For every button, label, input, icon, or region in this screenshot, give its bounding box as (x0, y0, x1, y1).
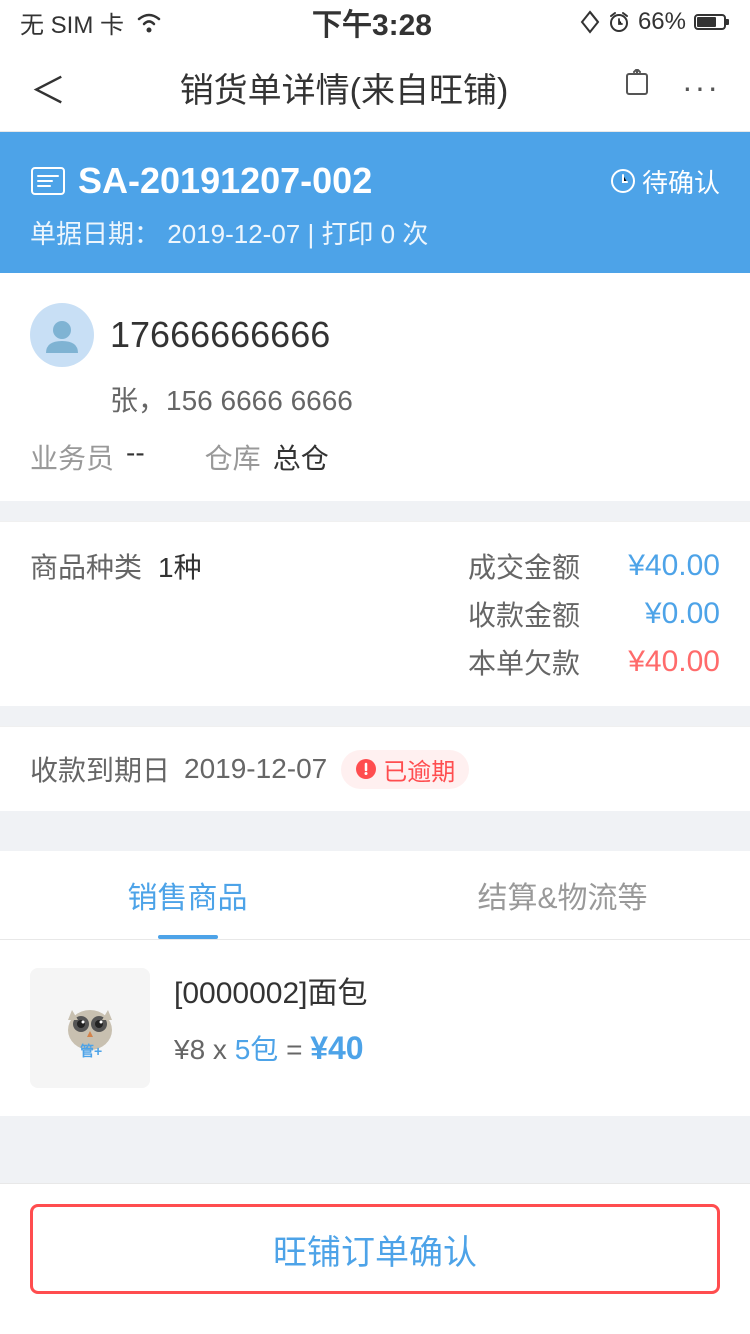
deal-amount-row: 成交金额 ¥40.00 (468, 546, 720, 586)
product-type-count: 1种 (158, 546, 202, 586)
due-date-label: 收款到期日 (30, 749, 170, 789)
location-icon (580, 10, 600, 34)
order-header: SA-20191207-002 待确认 单据日期： 2019-12-07 | 打… (0, 132, 750, 273)
avatar (30, 303, 94, 367)
more-button[interactable]: ··· (682, 69, 720, 106)
product-price: ¥8 x 5包 = ¥40 (174, 1028, 720, 1068)
warehouse-label: 仓库 (205, 437, 261, 477)
received-amount-row: 收款金额 ¥0.00 (468, 594, 720, 634)
product-info: [0000002]面包 ¥8 x 5包 = ¥40 (174, 968, 720, 1068)
svg-text:管+: 管+ (80, 1043, 102, 1059)
warehouse-item: 仓库 总仓 (205, 437, 329, 477)
battery-text: 66% (638, 8, 686, 36)
confirm-button[interactable]: 旺铺订单确认 (30, 1204, 720, 1294)
unit-price: ¥8 x (174, 1034, 235, 1065)
bottom-bar: 旺铺订单确认 (0, 1183, 750, 1334)
product-thumbnail: 管+ (30, 968, 150, 1088)
nav-actions: ··· (622, 69, 720, 106)
tab-settlement[interactable]: 结算&物流等 (375, 851, 750, 939)
quantity: 5包 (235, 1034, 279, 1065)
summary-right: 成交金额 ¥40.00 收款金额 ¥0.00 本单欠款 ¥40.00 (468, 546, 720, 682)
due-date-value: 2019-12-07 (184, 753, 327, 785)
owed-amount-value: ¥40.00 (600, 645, 720, 679)
summary-section: 商品种类 1种 成交金额 ¥40.00 收款金额 ¥0.00 本单欠款 ¥40.… (0, 522, 750, 706)
order-icon (30, 166, 66, 196)
summary-left: 商品种类 1种 (30, 546, 202, 586)
status-bar: 无 SIM 卡 下午3:28 66% (0, 0, 750, 44)
received-amount-label: 收款金额 (468, 594, 580, 634)
customer-phone: 17666666666 (110, 314, 330, 356)
customer-section: 17666666666 张，156 6666 6666 业务员 -- 仓库 总仓 (0, 273, 750, 501)
customer-name: 张，156 6666 6666 (30, 379, 720, 419)
deal-amount-value: ¥40.00 (600, 549, 720, 583)
order-status: 待确认 (610, 163, 720, 200)
received-amount-value: ¥0.00 (600, 597, 720, 631)
wifi-icon (134, 11, 164, 33)
overdue-label: 已逾期 (383, 752, 455, 787)
product-item: 管+ [0000002]面包 ¥8 x 5包 = ¥40 (0, 940, 750, 1116)
customer-row: 17666666666 (30, 303, 720, 367)
overdue-badge: 已逾期 (341, 750, 469, 789)
order-id: SA-20191207-002 (78, 160, 372, 202)
owed-amount-row: 本单欠款 ¥40.00 (468, 642, 720, 682)
spacer (0, 831, 750, 851)
back-button[interactable]: ＜ (30, 62, 66, 114)
page-title: 销货单详情(来自旺铺) (180, 63, 509, 112)
order-date: 单据日期： 2019-12-07 | 打印 0 次 (30, 214, 720, 251)
customer-meta: 业务员 -- 仓库 总仓 (30, 437, 720, 477)
product-type-label: 商品种类 (30, 546, 142, 586)
clock-icon (610, 168, 636, 194)
warehouse-value: 总仓 (273, 437, 329, 477)
sales-rep-value: -- (126, 437, 145, 477)
status-label: 待确认 (642, 163, 720, 200)
warning-icon (355, 758, 377, 780)
owed-amount-label: 本单欠款 (468, 642, 580, 682)
equals: = (286, 1034, 310, 1065)
tabs-section: 销售商品 结算&物流等 管+ (0, 851, 750, 1116)
nav-bar: ＜ 销货单详情(来自旺铺) ··· (0, 44, 750, 132)
share-button[interactable] (622, 69, 652, 106)
carrier-text: 无 SIM 卡 (20, 5, 124, 40)
deal-amount-label: 成交金额 (468, 546, 580, 586)
battery-icon (694, 12, 730, 32)
sales-rep-item: 业务员 -- (30, 437, 145, 477)
tabs-bar: 销售商品 结算&物流等 (0, 851, 750, 940)
alarm-icon (608, 11, 630, 33)
total-price: ¥40 (310, 1030, 363, 1066)
status-time: 下午3:28 (312, 0, 432, 44)
sales-rep-label: 业务员 (30, 437, 114, 477)
tab-products[interactable]: 销售商品 (0, 851, 375, 939)
due-section: 收款到期日 2019-12-07 已逾期 (0, 727, 750, 811)
status-left: 无 SIM 卡 (20, 5, 164, 40)
product-name: [0000002]面包 (174, 968, 720, 1012)
order-header-top: SA-20191207-002 待确认 (30, 160, 720, 202)
status-right: 66% (580, 8, 730, 36)
